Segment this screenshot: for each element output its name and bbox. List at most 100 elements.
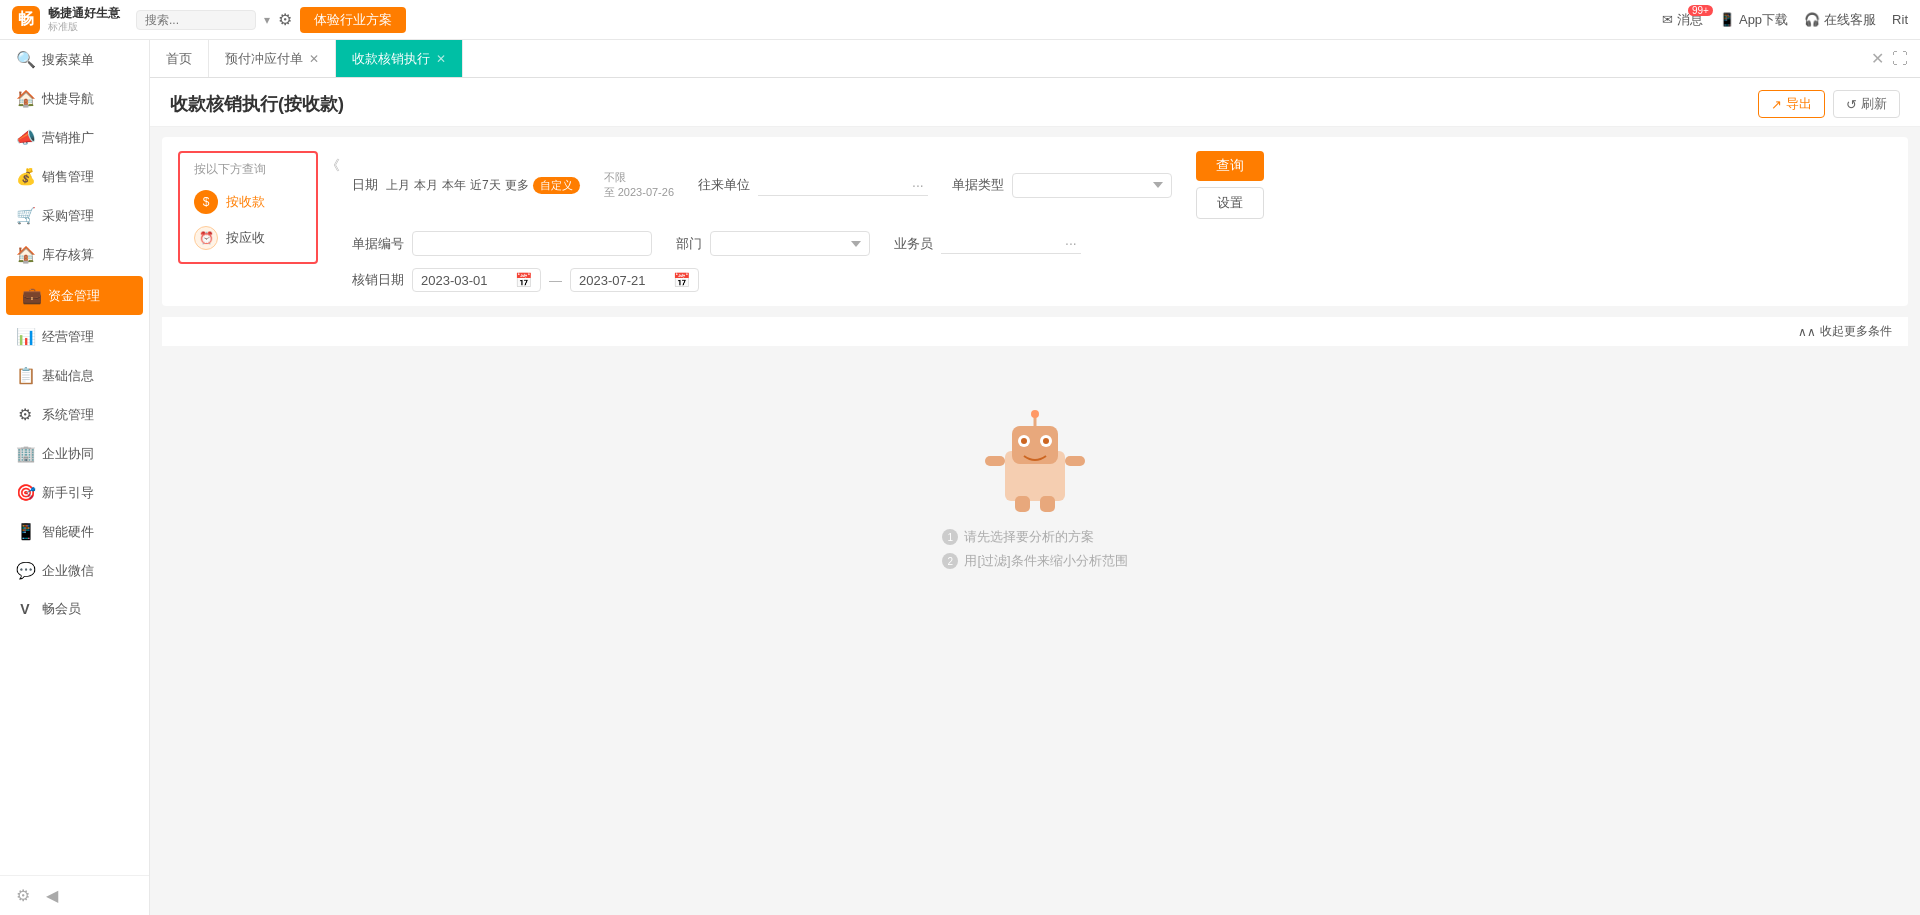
- sidebar-item-guide[interactable]: 🎯 新手引导: [0, 473, 149, 512]
- sidebar-item-purchase[interactable]: 🛒 采购管理: [0, 196, 149, 235]
- export-btn[interactable]: ↗ 导出: [1758, 90, 1825, 118]
- tab-bar: 首页 预付冲应付单 ✕ 收款核销执行 ✕ ✕ ⛶: [150, 40, 1920, 78]
- query-btn[interactable]: 查询: [1196, 151, 1264, 181]
- salesperson-input-wrapper: ···: [941, 233, 1081, 254]
- date-custom-tag[interactable]: 自定义: [533, 177, 580, 194]
- doc-no-field: 单据编号: [352, 231, 652, 256]
- sidebar-item-basic-info[interactable]: 📋 基础信息: [0, 356, 149, 395]
- refresh-icon: ↺: [1846, 97, 1857, 112]
- main-layout: 🔍 搜索菜单 🏠 快捷导航 📣 营销推广 💰 销售管理 🛒 采购管理 🏠 库存核…: [0, 40, 1920, 915]
- doc-no-input[interactable]: [412, 231, 652, 256]
- topbar-right: ✉ 消息 99+ 📱 App下载 🎧 在线客服 Rit: [1662, 11, 1908, 29]
- user-name[interactable]: Rit: [1892, 12, 1908, 27]
- date-more[interactable]: 更多: [505, 177, 529, 194]
- writeoff-date-start-input[interactable]: [421, 273, 511, 288]
- counterpart-input-wrapper: ···: [758, 175, 928, 196]
- vip-icon: V: [16, 601, 34, 617]
- collapse-bar: ∧∧ 收起更多条件: [162, 316, 1908, 346]
- dept-select[interactable]: [710, 231, 870, 256]
- counterpart-input[interactable]: [762, 177, 912, 192]
- guide-icon: 🎯: [16, 483, 34, 502]
- filter-area: 按以下方查询 $ 按收款 ⏰ 按应收: [162, 137, 1908, 306]
- online-service-btn[interactable]: 🎧 在线客服: [1804, 11, 1876, 29]
- date-this-month[interactable]: 本月: [414, 177, 438, 194]
- app-logo: 畅: [12, 6, 40, 34]
- sidebar-item-system[interactable]: ⚙ 系统管理: [0, 395, 149, 434]
- svg-rect-8: [1015, 496, 1030, 512]
- brand-name: 畅捷通好生意: [48, 6, 120, 20]
- settings-icon[interactable]: ⚙: [278, 10, 292, 29]
- date-nolimit: 不限 至 2023-07-26: [604, 170, 674, 200]
- date-this-year[interactable]: 本年: [442, 177, 466, 194]
- salesperson-more-icon[interactable]: ···: [1065, 235, 1077, 251]
- doc-type-select-wrapper: [1012, 173, 1172, 198]
- date-shortcuts: 上月 本月 本年 近7天 更多 自定义: [386, 177, 580, 194]
- refresh-btn[interactable]: ↺ 刷新: [1833, 90, 1900, 118]
- marketing-icon: 📣: [16, 128, 34, 147]
- sidebar-settings-icon[interactable]: ⚙: [16, 886, 30, 905]
- industry-btn[interactable]: 体验行业方案: [300, 7, 406, 33]
- wechat-icon: 💬: [16, 561, 34, 580]
- app-download-btn[interactable]: 📱 App下载: [1719, 11, 1788, 29]
- date-label: 日期: [352, 176, 378, 194]
- export-icon: ↗: [1771, 97, 1782, 112]
- tab-prepay-close-icon[interactable]: ✕: [309, 52, 319, 66]
- date-range-separator: —: [549, 273, 562, 288]
- sidebar-item-sales[interactable]: 💰 销售管理: [0, 157, 149, 196]
- counterpart-more-icon[interactable]: ···: [912, 177, 924, 193]
- sidebar-item-inventory[interactable]: 🏠 库存核算: [0, 235, 149, 274]
- sidebar-item-finance[interactable]: 💼 资金管理: [6, 276, 143, 315]
- sidebar-item-marketing[interactable]: 📣 营销推广: [0, 118, 149, 157]
- salesperson-field: 业务员 ···: [894, 233, 1081, 254]
- tab-close-all-icon[interactable]: ✕: [1871, 49, 1884, 68]
- writeoff-date-end-input[interactable]: [579, 273, 669, 288]
- tab-bar-right: ✕ ⛶: [1871, 49, 1920, 68]
- topbar-search-input[interactable]: [136, 10, 256, 30]
- counterpart-label: 往来单位: [698, 176, 750, 194]
- sidebar-item-quick-nav[interactable]: 🏠 快捷导航: [0, 79, 149, 118]
- phone-icon: 📱: [1719, 12, 1735, 27]
- sidebar-collapse-icon[interactable]: ◀: [46, 886, 58, 905]
- writeoff-date-end-cal-icon[interactable]: 📅: [673, 272, 690, 288]
- sidebar-item-vip[interactable]: V 畅会员: [0, 590, 149, 628]
- collapse-more-btn[interactable]: ∧∧ 收起更多条件: [1798, 323, 1892, 340]
- tab-maximize-icon[interactable]: ⛶: [1892, 50, 1908, 68]
- hardware-icon: 📱: [16, 522, 34, 541]
- tab-receive-writeoff-close-icon[interactable]: ✕: [436, 52, 446, 66]
- quick-nav-icon: 🏠: [16, 89, 34, 108]
- writeoff-date-start-cal-icon[interactable]: 📅: [515, 272, 532, 288]
- filter-option-by-receipt[interactable]: $ 按收款: [194, 186, 302, 218]
- salesperson-input[interactable]: [945, 236, 1065, 251]
- filter-row-1: 日期 上月 本月 本年 近7天 更多 自定义: [352, 151, 1892, 219]
- tab-prepay[interactable]: 预付冲应付单 ✕: [209, 40, 336, 77]
- filter-collapse-toggle[interactable]: 《: [326, 151, 340, 175]
- date-7days[interactable]: 近7天: [470, 177, 501, 194]
- doc-no-label: 单据编号: [352, 235, 404, 253]
- inventory-icon: 🏠: [16, 245, 34, 264]
- sidebar-item-enterprise[interactable]: 🏢 企业协同: [0, 434, 149, 473]
- doc-type-select[interactable]: [1012, 173, 1172, 198]
- doc-type-label: 单据类型: [952, 176, 1004, 194]
- page-title: 收款核销执行(按收款): [170, 92, 344, 116]
- tab-receive-writeoff[interactable]: 收款核销执行 ✕: [336, 40, 463, 77]
- dept-label: 部门: [676, 235, 702, 253]
- sidebar-item-search-menu[interactable]: 🔍 搜索菜单: [0, 40, 149, 79]
- tab-home[interactable]: 首页: [150, 40, 209, 77]
- filter-settings-btn[interactable]: 设置: [1196, 187, 1264, 219]
- svg-point-4: [1021, 438, 1027, 444]
- by-receivable-label: 按应收: [226, 229, 265, 247]
- empty-illustration: [980, 406, 1090, 516]
- filter-option-by-receivable[interactable]: ⏰ 按应收: [194, 222, 302, 254]
- message-btn[interactable]: ✉ 消息 99+: [1662, 11, 1703, 29]
- collapse-chevron-icon: ∧∧: [1798, 325, 1816, 339]
- sidebar-item-operations[interactable]: 📊 经营管理: [0, 317, 149, 356]
- empty-state: 1 请先选择要分析的方案 2 用[过滤]条件来缩小分析范围: [150, 346, 1920, 630]
- sidebar-item-hardware[interactable]: 📱 智能硬件: [0, 512, 149, 551]
- topbar-dropdown-icon[interactable]: ▾: [264, 13, 270, 27]
- doc-type-field: 单据类型: [952, 173, 1172, 198]
- finance-icon: 💼: [22, 286, 40, 305]
- purchase-icon: 🛒: [16, 206, 34, 225]
- date-last-month[interactable]: 上月: [386, 177, 410, 194]
- sidebar-item-wechat[interactable]: 💬 企业微信: [0, 551, 149, 590]
- filter-left-panel: 按以下方查询 $ 按收款 ⏰ 按应收: [178, 151, 318, 264]
